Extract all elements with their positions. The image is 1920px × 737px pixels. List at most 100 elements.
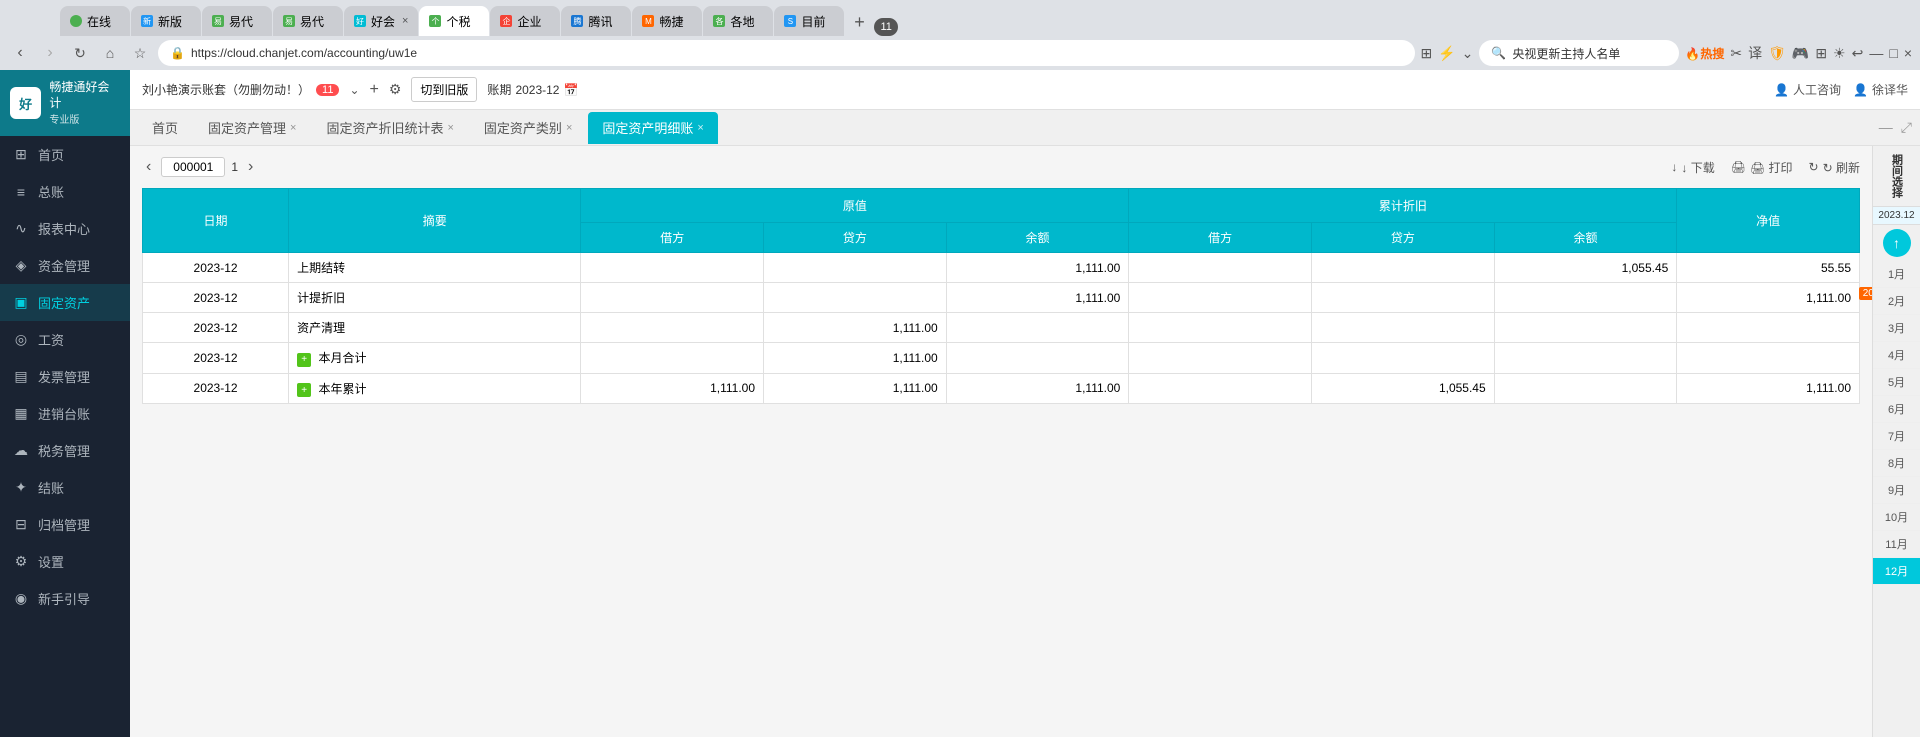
period-month-1[interactable]: 1月 — [1873, 261, 1920, 288]
tab-企业[interactable]: 企 企业 — [490, 6, 560, 36]
tab-畅捷[interactable]: M 畅捷 — [632, 6, 702, 36]
browser-minimize[interactable]: — — [1869, 45, 1883, 61]
browser-action-grid[interactable]: ⊞ — [1815, 45, 1827, 62]
browser-action-undo[interactable]: ↩ — [1852, 45, 1864, 62]
refresh-ledger-button[interactable]: ↻ ↻ 刷新 — [1809, 159, 1860, 176]
maximize-tab-icon[interactable]: ⤢ — [1901, 119, 1912, 136]
cell-accum-debit-3 — [1129, 343, 1312, 374]
main-content: 刘小艳演示账套（勿删勿动！） 11 ⌄ + ⚙ 切到旧版 账期 2023-12 … — [130, 70, 1920, 737]
add-account-button[interactable]: + — [370, 81, 379, 99]
sidebar-item-invoice-mgmt[interactable]: ▤ 发票管理 — [0, 358, 130, 395]
tab-易代-1[interactable]: 易 易代 — [202, 6, 272, 36]
sidebar-item-payroll[interactable]: ◎ 工资 — [0, 321, 130, 358]
sidebar-item-fund-mgmt[interactable]: ◈ 资金管理 — [0, 247, 130, 284]
home-button[interactable]: ⌂ — [98, 41, 122, 65]
help-button[interactable]: 👤 人工咨询 — [1774, 81, 1841, 98]
period-month-5[interactable]: 5月 — [1873, 369, 1920, 396]
period-month-11[interactable]: 11月 — [1873, 531, 1920, 558]
help-label: 人工咨询 — [1793, 81, 1841, 98]
tab-目前[interactable]: S 目前 — [774, 6, 844, 36]
switch-version-button[interactable]: 切到旧版 — [411, 77, 477, 102]
tab-各地[interactable]: 各 各地 — [703, 6, 773, 36]
app-tab-close-fixed-asset-category[interactable]: × — [566, 122, 572, 134]
app-tab-close-fixed-asset-mgmt[interactable]: × — [290, 122, 296, 134]
period-month-7[interactable]: 7月 — [1873, 423, 1920, 450]
app-tab-fixed-asset-mgmt[interactable]: 固定资产管理 × — [194, 112, 310, 144]
period-month-8[interactable]: 8月 — [1873, 450, 1920, 477]
account-info: 刘小艳演示账套（勿删勿动！） 11 — [142, 81, 339, 98]
cell-net-value-4: 1,111.00 — [1677, 373, 1860, 404]
app-tab-fixed-asset-deprec[interactable]: 固定资产折旧统计表 × — [312, 112, 467, 144]
cell-orig-debit-3 — [581, 343, 764, 374]
tab-易代-2[interactable]: 易 易代 — [273, 6, 343, 36]
year-badge-1: 2023 — [1859, 287, 1872, 300]
lightning-button[interactable]: ⚡ — [1438, 45, 1455, 62]
app-tab-close-fixed-asset-ledger[interactable]: × — [697, 122, 703, 134]
period-month-4[interactable]: 4月 — [1873, 342, 1920, 369]
tab-好会[interactable]: 好 好会 × — [344, 6, 418, 36]
page-num-display: 1 — [231, 160, 238, 174]
app-tab-home[interactable]: 首页 — [138, 112, 192, 144]
sidebar-item-settings[interactable]: ⚙ 设置 — [0, 543, 130, 580]
sidebar-item-inventory[interactable]: ▦ 进销台账 — [0, 395, 130, 432]
sidebar-label-close-period: 结账 — [38, 478, 64, 497]
dropdown-button[interactable]: ⌄ — [1462, 45, 1474, 62]
account-dropdown-icon[interactable]: ⌄ — [349, 83, 359, 97]
period-month-10[interactable]: 10月 — [1873, 504, 1920, 531]
period-month-12[interactable]: 12月 — [1873, 558, 1920, 585]
sidebar-item-general-ledger[interactable]: ≡ 总账 — [0, 173, 130, 210]
sidebar-item-home[interactable]: ⊞ 首页 — [0, 136, 130, 173]
browser-action-sun[interactable]: ☀ — [1833, 45, 1846, 62]
favicon-企业: 企 — [500, 15, 512, 27]
page-number-input[interactable] — [161, 157, 225, 177]
search-icon: 🔍 — [1491, 46, 1506, 60]
th-summary: 摘要 — [289, 189, 581, 253]
browser-action-translate[interactable]: 译 — [1748, 43, 1762, 63]
period-month-2[interactable]: 2月 — [1873, 288, 1920, 315]
browser-close[interactable]: × — [1904, 45, 1912, 61]
browser-action-shield[interactable]: 🛡 — [1768, 45, 1786, 62]
download-button[interactable]: ↓ ↓ 下载 — [1671, 159, 1714, 176]
user-button[interactable]: 👤 徐译华 — [1853, 81, 1908, 98]
settings-icon: ⚙ — [12, 553, 30, 570]
browser-maximize[interactable]: □ — [1889, 45, 1897, 61]
calendar-icon[interactable]: 📅 — [563, 83, 578, 97]
period-month-9[interactable]: 9月 — [1873, 477, 1920, 504]
tab-新版[interactable]: 新 新版 — [131, 6, 201, 36]
minimize-tab-icon[interactable]: — — [1879, 119, 1893, 136]
app-tab-close-fixed-asset-deprec[interactable]: × — [447, 122, 453, 134]
period-month-3[interactable]: 3月 — [1873, 315, 1920, 342]
ledger-table: 日期 摘要 原值 累计折旧 净值 借方 贷方 余额 借方 贷方 余额 — [142, 188, 1860, 404]
browser-action-scissors[interactable]: ✂ — [1730, 45, 1742, 62]
refresh-button[interactable]: ↻ — [68, 41, 92, 65]
forward-button[interactable]: › — [38, 41, 62, 65]
tab-close-好会[interactable]: × — [402, 15, 408, 27]
scroll-top-button[interactable]: ↑ — [1883, 229, 1911, 257]
print-button[interactable]: 🖨 🖨 打印 — [1731, 159, 1793, 176]
search-bar[interactable]: 🔍 央视更新主持人名单 — [1479, 40, 1679, 66]
address-bar[interactable]: 🔒 https://cloud.chanjet.com/accounting/u… — [158, 40, 1415, 66]
bookmark-button[interactable]: ☆ — [128, 41, 152, 65]
sidebar-item-close-period[interactable]: ✦ 结账 — [0, 469, 130, 506]
browser-chrome: 在线 新 新版 易 易代 易 易代 好 好会 × 个 个税 企 企业 腾 腾讯 — [0, 0, 1920, 70]
sidebar-item-reports[interactable]: ∿ 报表中心 — [0, 210, 130, 247]
app-tab-fixed-asset-category[interactable]: 固定资产类别 × — [470, 112, 586, 144]
browser-action-game[interactable]: 🎮 — [1792, 45, 1809, 62]
sidebar-item-archive[interactable]: ⊟ 归档管理 — [0, 506, 130, 543]
tab-add-button[interactable]: + — [845, 8, 873, 36]
back-button[interactable]: ‹ — [8, 41, 32, 65]
extensions-button[interactable]: ⊞ — [1421, 45, 1433, 62]
tab-个税[interactable]: 个 个税 — [419, 6, 489, 36]
page-next-button[interactable]: › — [244, 156, 257, 178]
cell-date-1: 2023-12 — [143, 283, 289, 313]
page-prev-button[interactable]: ‹ — [142, 156, 155, 178]
settings-mini-button[interactable]: ⚙ — [389, 81, 402, 98]
tab-label-各地: 各地 — [730, 13, 754, 30]
tab-在线[interactable]: 在线 — [60, 6, 130, 36]
sidebar-item-guide[interactable]: ◉ 新手引导 — [0, 580, 130, 617]
tab-腾讯[interactable]: 腾 腾讯 — [561, 6, 631, 36]
sidebar-item-tax-mgmt[interactable]: ☁ 税务管理 — [0, 432, 130, 469]
app-tab-fixed-asset-ledger[interactable]: 固定资产明细账 × — [588, 112, 717, 144]
sidebar-item-fixed-assets[interactable]: ▣ 固定资产 — [0, 284, 130, 321]
period-month-6[interactable]: 6月 — [1873, 396, 1920, 423]
